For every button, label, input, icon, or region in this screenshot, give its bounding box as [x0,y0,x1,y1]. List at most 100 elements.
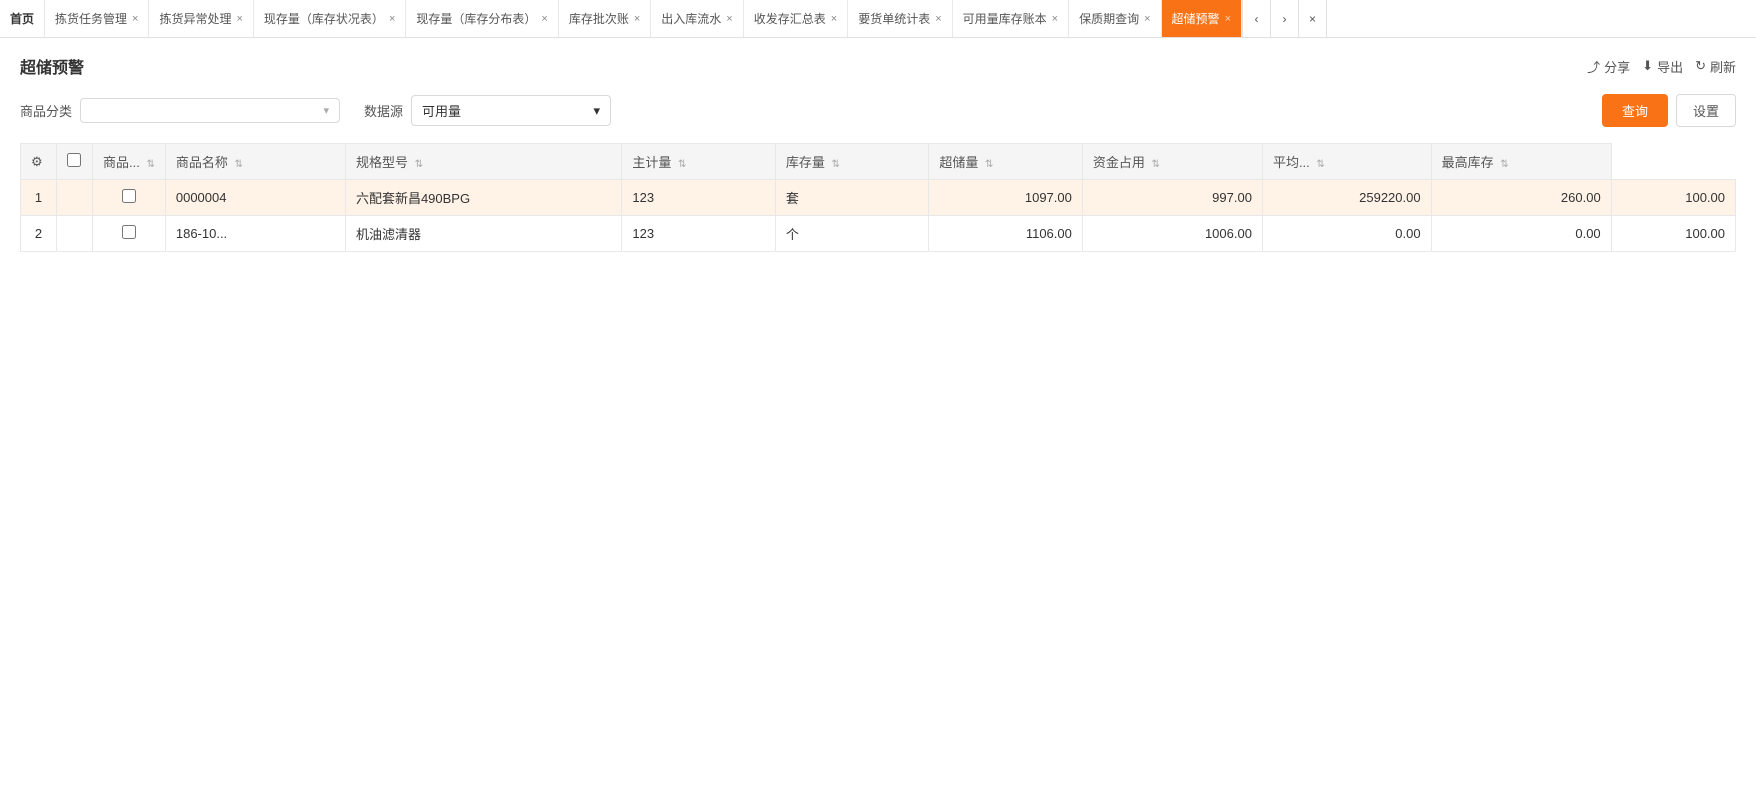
table-row: 2 186-10... 机油滤清器 123 个 1106.00 1006.00 … [21,216,1736,252]
close-stock-dist-icon[interactable]: × [541,13,547,25]
nav-tab-home[interactable]: 首页 [0,0,45,38]
datasource-label: 数据源 [364,101,403,120]
close-overstock-alert-icon[interactable]: × [1225,13,1231,25]
page-title: 超储预警 [20,54,84,78]
nav-tab-inout-flow[interactable]: 出入库流水 × [651,0,743,38]
sort-avg-price-icon: ⇅ [1316,159,1324,170]
row-checkbox[interactable] [122,225,136,239]
row-max-stock: 100.00 [1611,216,1735,252]
category-select[interactable]: ▾ [80,98,340,123]
row-number: 2 [21,216,57,252]
close-pick-exception-icon[interactable]: × [236,13,242,25]
close-batch-account-icon[interactable]: × [634,13,640,25]
avail-ledger-label: 可用量库存账本 [963,10,1047,27]
close-inout-flow-icon[interactable]: × [726,13,732,25]
row-checkbox-col [93,180,166,216]
share-icon: ⤴ [1587,57,1600,76]
th-product-code[interactable]: 商品... ⇅ [93,144,166,180]
nav-tab-avail-ledger[interactable]: 可用量库存账本 × [953,0,1069,38]
header-actions: ⤴ 分享 ⬇ 导出 ↻ 刷新 [1587,57,1736,76]
refresh-button[interactable]: ↻ 刷新 [1695,57,1736,76]
home-label: 首页 [10,10,34,27]
nav-tab-recv-send[interactable]: 收发存汇总表 × [744,0,848,38]
stock-status-label: 现存量（库存状况表） [264,10,384,27]
row-product-code: 186-10... [165,216,345,252]
recv-send-label: 收发存汇总表 [754,10,826,27]
table-row: 1 0000004 六配套新昌490BPG 123 套 1097.00 997.… [21,180,1736,216]
table-header: ⚙ 商品... ⇅ 商品名称 ⇅ 规格型号 ⇅ 主计量 [21,144,1736,180]
query-button[interactable]: 查询 [1602,94,1668,127]
nav-tab-pick-task[interactable]: 拣货任务管理 × [45,0,149,38]
sort-over-qty-icon: ⇅ [985,159,993,170]
row-stock-qty: 1106.00 [929,216,1082,252]
order-stats-label: 要货单统计表 [858,10,930,27]
row-max-stock: 100.00 [1611,180,1735,216]
category-filter: 商品分类 ▾ [20,98,340,123]
nav-arrow-left[interactable]: ‹ [1243,0,1271,38]
inout-flow-label: 出入库流水 [661,10,721,27]
pick-task-label: 拣货任务管理 [55,10,127,27]
pick-exception-label: 拣货异常处理 [159,10,231,27]
row-capital-used: 259220.00 [1262,180,1431,216]
nav-tab-stock-status[interactable]: 现存量（库存状况表） × [254,0,406,38]
sort-max-stock-icon: ⇅ [1500,159,1508,170]
close-pick-task-icon[interactable]: × [132,13,138,25]
row-checkbox[interactable] [122,189,136,203]
sort-product-code-icon: ⇅ [146,159,154,170]
select-all-checkbox[interactable] [67,153,81,167]
page-header: 超储预警 ⤴ 分享 ⬇ 导出 ↻ 刷新 [20,54,1736,78]
row-spec: 123 [622,180,775,216]
nav-arrows: ‹ › × [1242,0,1327,38]
th-spec[interactable]: 规格型号 ⇅ [345,144,621,180]
row-number: 1 [21,180,57,216]
overstock-alert-label: 超储预警 [1172,10,1220,27]
gear-icon[interactable]: ⚙ [31,154,43,169]
category-label: 商品分类 [20,101,72,120]
table-body: 1 0000004 六配套新昌490BPG 123 套 1097.00 997.… [21,180,1736,252]
close-expiry-query-icon[interactable]: × [1144,13,1150,25]
th-unit[interactable]: 主计量 ⇅ [622,144,775,180]
th-stock-qty[interactable]: 库存量 ⇅ [775,144,928,180]
row-product-name: 六配套新昌490BPG [345,180,621,216]
row-spec: 123 [622,216,775,252]
row-gear-col [57,180,93,216]
settings-button[interactable]: 设置 [1676,94,1736,127]
nav-tab-pick-exception[interactable]: 拣货异常处理 × [149,0,253,38]
export-button[interactable]: ⬇ 导出 [1642,57,1683,76]
filter-right-actions: 查询 设置 [1602,94,1736,127]
share-button[interactable]: ⤴ 分享 [1587,57,1630,76]
close-avail-ledger-icon[interactable]: × [1052,13,1058,25]
nav-tab-stock-dist[interactable]: 现存量（库存分布表） × [406,0,558,38]
th-avg-price[interactable]: 平均... ⇅ [1262,144,1431,180]
close-stock-status-icon[interactable]: × [389,13,395,25]
top-navigation: 首页 拣货任务管理 × 拣货异常处理 × 现存量（库存状况表） × 现存量（库存… [0,0,1756,38]
th-gear: ⚙ [21,144,57,180]
close-recv-send-icon[interactable]: × [831,13,837,25]
th-max-stock[interactable]: 最高库存 ⇅ [1431,144,1611,180]
stock-dist-label: 现存量（库存分布表） [416,10,536,27]
row-stock-qty: 1097.00 [929,180,1082,216]
nav-arrow-close[interactable]: × [1299,0,1327,38]
nav-tab-batch-account[interactable]: 库存批次账 × [559,0,651,38]
sort-stock-qty-icon: ⇅ [832,159,840,170]
row-checkbox-col [93,216,166,252]
row-over-qty: 1006.00 [1082,216,1262,252]
sort-unit-icon: ⇅ [678,159,686,170]
batch-account-label: 库存批次账 [569,10,629,27]
datasource-select[interactable]: 可用量 ▾ [411,95,611,126]
page-content: 超储预警 ⤴ 分享 ⬇ 导出 ↻ 刷新 商品分类 ▾ 数据源 [0,38,1756,800]
nav-tab-order-stats[interactable]: 要货单统计表 × [848,0,952,38]
nav-tab-expiry-query[interactable]: 保质期查询 × [1069,0,1161,38]
category-chevron-down-icon: ▾ [323,104,329,117]
close-order-stats-icon[interactable]: × [935,13,941,25]
table-header-row: ⚙ 商品... ⇅ 商品名称 ⇅ 规格型号 ⇅ 主计量 [21,144,1736,180]
row-product-name: 机油滤清器 [345,216,621,252]
nav-tab-overstock-alert[interactable]: 超储预警 × [1162,0,1242,38]
export-label: 导出 [1657,57,1683,76]
th-over-qty[interactable]: 超储量 ⇅ [929,144,1082,180]
th-capital-used[interactable]: 资金占用 ⇅ [1082,144,1262,180]
th-product-name[interactable]: 商品名称 ⇅ [165,144,345,180]
row-avg-price: 260.00 [1431,180,1611,216]
nav-arrow-right[interactable]: › [1271,0,1299,38]
refresh-label: 刷新 [1710,57,1736,76]
